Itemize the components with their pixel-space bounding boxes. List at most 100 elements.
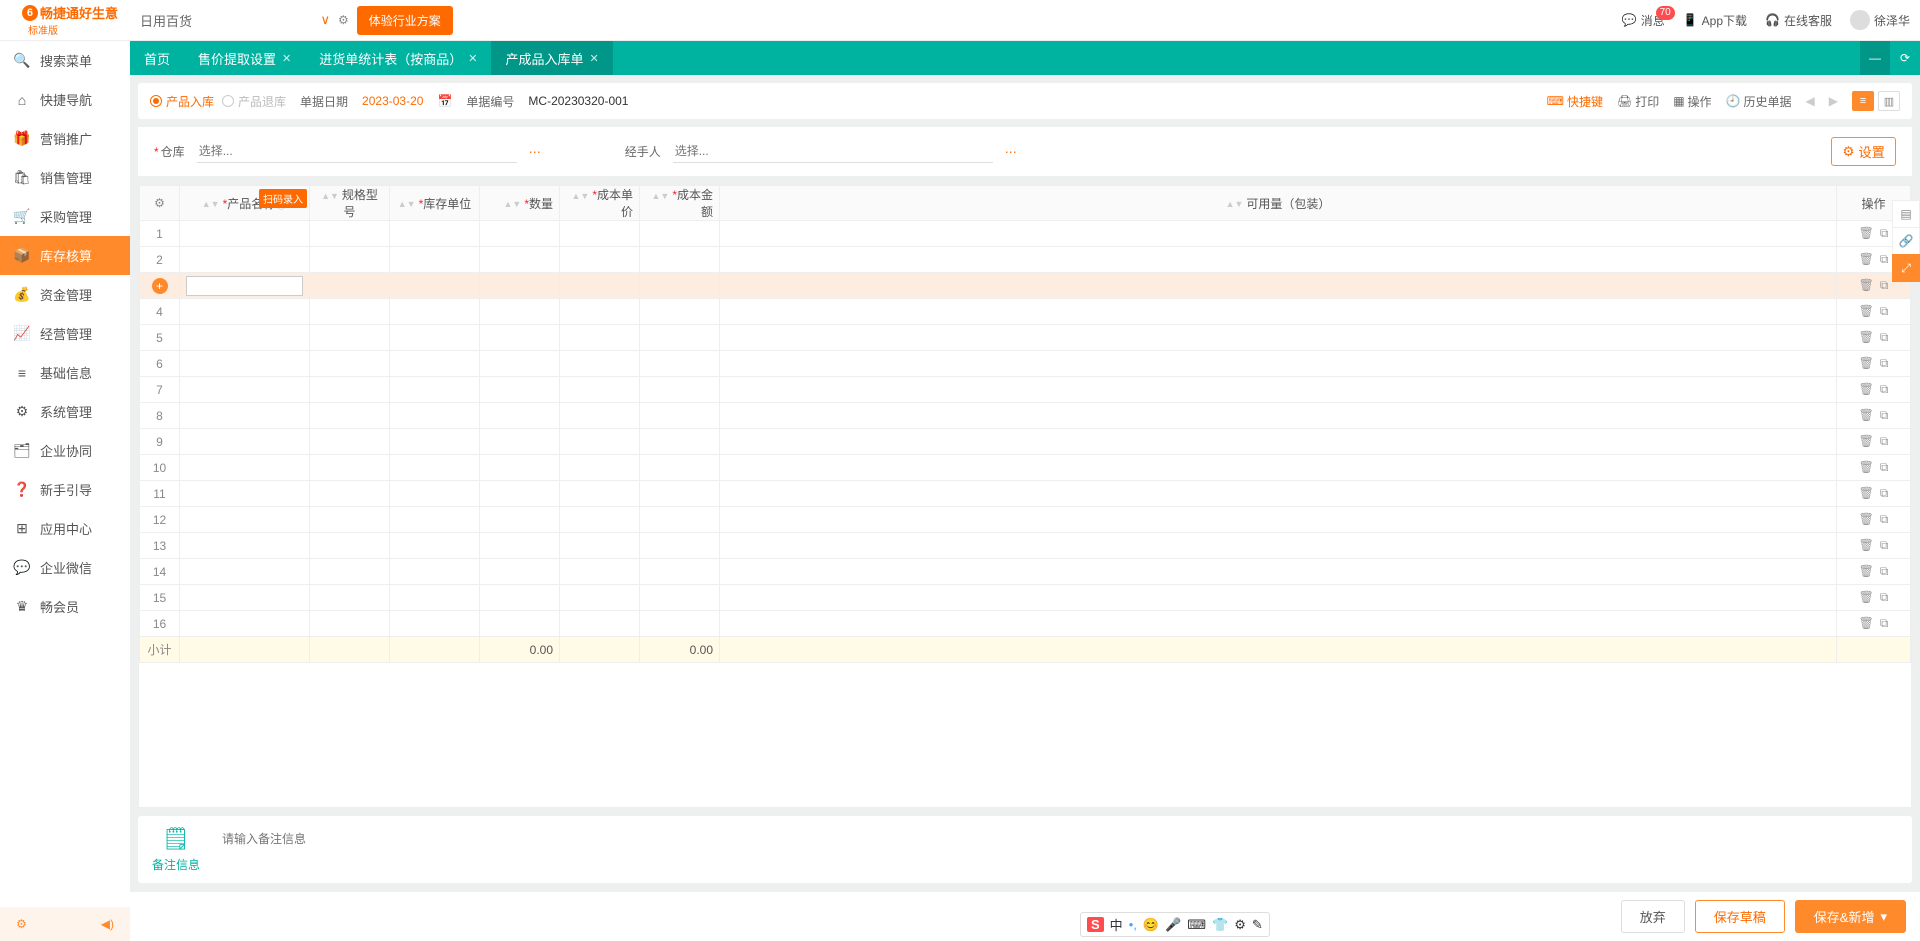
copy-row-icon[interactable]: ⧉ bbox=[1880, 616, 1889, 630]
cell-qty[interactable] bbox=[480, 585, 560, 611]
cell-amount[interactable] bbox=[640, 403, 720, 429]
th-product-name[interactable]: ▲▼*产品名称ⓘ 扫码录入 bbox=[180, 186, 310, 221]
copy-row-icon[interactable]: ⧉ bbox=[1880, 434, 1889, 448]
try-industry-button[interactable]: 体验行业方案 bbox=[357, 6, 453, 35]
sidebar-item-12[interactable]: ⊞应用中心 bbox=[0, 509, 130, 548]
cell-product-name[interactable] bbox=[180, 273, 310, 299]
cell-amount[interactable] bbox=[640, 507, 720, 533]
copy-row-icon[interactable]: ⧉ bbox=[1880, 512, 1889, 526]
save-new-button[interactable]: 保存&新增 ▾ bbox=[1795, 900, 1906, 933]
sidebar-item-3[interactable]: 🛍销售管理 bbox=[0, 158, 130, 197]
tabs-refresh-button[interactable]: ⟳ bbox=[1890, 41, 1920, 75]
cell-avail[interactable] bbox=[720, 507, 1837, 533]
app-download-link[interactable]: 📱 App下载 bbox=[1683, 12, 1747, 29]
th-config[interactable]: ⚙ bbox=[140, 186, 180, 221]
cell-avail[interactable] bbox=[720, 247, 1837, 273]
cell-avail[interactable] bbox=[720, 403, 1837, 429]
sidebar-item-9[interactable]: ⚙系统管理 bbox=[0, 392, 130, 431]
cell-product-name[interactable] bbox=[180, 533, 310, 559]
cell-amount[interactable] bbox=[640, 533, 720, 559]
cell-avail[interactable] bbox=[720, 325, 1837, 351]
th-spec[interactable]: ▲▼规格型号 bbox=[310, 186, 390, 221]
cell-avail[interactable] bbox=[720, 481, 1837, 507]
cell-qty[interactable] bbox=[480, 533, 560, 559]
sidebar-item-13[interactable]: 💬企业微信 bbox=[0, 548, 130, 587]
cell-price[interactable] bbox=[560, 455, 640, 481]
settings-button[interactable]: ⚙设置 bbox=[1831, 137, 1896, 166]
radio-product-in[interactable]: 产品入库 bbox=[150, 93, 214, 110]
cell-qty[interactable] bbox=[480, 325, 560, 351]
cell-unit[interactable] bbox=[390, 377, 480, 403]
delete-row-icon[interactable]: 🗑 bbox=[1859, 434, 1874, 448]
delete-row-icon[interactable]: 🗑 bbox=[1859, 226, 1874, 240]
cell-qty[interactable] bbox=[480, 377, 560, 403]
cell-spec[interactable] bbox=[310, 533, 390, 559]
cell-spec[interactable] bbox=[310, 221, 390, 247]
messages-link[interactable]: 💬 消息 70 bbox=[1622, 12, 1665, 29]
save-draft-button[interactable]: 保存草稿 bbox=[1695, 900, 1785, 933]
cell-unit[interactable] bbox=[390, 611, 480, 637]
cell-qty[interactable] bbox=[480, 273, 560, 299]
discard-button[interactable]: 放弃 bbox=[1621, 900, 1685, 933]
cell-qty[interactable] bbox=[480, 455, 560, 481]
table-row[interactable]: 1🗑⧉ bbox=[140, 221, 1911, 247]
copy-row-icon[interactable]: ⧉ bbox=[1880, 408, 1889, 422]
cell-product-name[interactable] bbox=[180, 559, 310, 585]
cell-product-name[interactable] bbox=[180, 481, 310, 507]
cell-qty[interactable] bbox=[480, 403, 560, 429]
th-avail[interactable]: ▲▼可用量（包装） bbox=[720, 186, 1837, 221]
cell-amount[interactable] bbox=[640, 559, 720, 585]
delete-row-icon[interactable]: 🗑 bbox=[1859, 616, 1874, 630]
sidebar-item-10[interactable]: 🗂企业协同 bbox=[0, 431, 130, 470]
cell-unit[interactable] bbox=[390, 351, 480, 377]
table-row[interactable]: 2🗑⧉ bbox=[140, 247, 1911, 273]
cell-price[interactable] bbox=[560, 403, 640, 429]
cell-unit[interactable] bbox=[390, 533, 480, 559]
cell-avail[interactable] bbox=[720, 299, 1837, 325]
view-card-button[interactable]: ▥ bbox=[1878, 91, 1900, 111]
cell-price[interactable] bbox=[560, 481, 640, 507]
radio-product-out[interactable]: 产品退库 bbox=[222, 93, 286, 110]
cell-unit[interactable] bbox=[390, 325, 480, 351]
delete-row-icon[interactable]: 🗑 bbox=[1859, 278, 1874, 292]
sidebar-item-6[interactable]: 💰资金管理 bbox=[0, 275, 130, 314]
cell-qty[interactable] bbox=[480, 221, 560, 247]
cell-price[interactable] bbox=[560, 559, 640, 585]
sidebar-item-1[interactable]: ⌂快捷导航 bbox=[0, 80, 130, 119]
cell-qty[interactable] bbox=[480, 559, 560, 585]
sidebar-item-8[interactable]: ≡基础信息 bbox=[0, 353, 130, 392]
close-icon[interactable]: ✕ bbox=[590, 52, 599, 65]
table-row[interactable]: 11🗑⧉ bbox=[140, 481, 1911, 507]
tab-0[interactable]: 首页 bbox=[130, 41, 184, 75]
cell-spec[interactable] bbox=[310, 247, 390, 273]
cell-avail[interactable] bbox=[720, 611, 1837, 637]
cell-spec[interactable] bbox=[310, 351, 390, 377]
cell-product-name[interactable] bbox=[180, 221, 310, 247]
sidebar-settings-icon[interactable]: ⚙ bbox=[16, 917, 27, 931]
cell-amount[interactable] bbox=[640, 299, 720, 325]
delete-row-icon[interactable]: 🗑 bbox=[1859, 252, 1874, 266]
cell-price[interactable] bbox=[560, 507, 640, 533]
product-name-input[interactable] bbox=[186, 276, 303, 296]
warehouse-more-icon[interactable]: ⋯ bbox=[529, 145, 541, 159]
cell-avail[interactable] bbox=[720, 559, 1837, 585]
rtool-item-3[interactable]: ⤢ bbox=[1892, 254, 1920, 282]
sidebar-item-0[interactable]: 🔍搜索菜单 bbox=[0, 41, 130, 80]
copy-row-icon[interactable]: ⧉ bbox=[1880, 278, 1889, 292]
cell-unit[interactable] bbox=[390, 429, 480, 455]
ime-bar[interactable]: S 中 •, 😊🎤⌨👕⚙✎ bbox=[1080, 912, 1270, 937]
cell-spec[interactable] bbox=[310, 325, 390, 351]
copy-row-icon[interactable]: ⧉ bbox=[1880, 252, 1889, 266]
sidebar-item-14[interactable]: ♛畅会员 bbox=[0, 587, 130, 626]
copy-row-icon[interactable]: ⧉ bbox=[1880, 304, 1889, 318]
cell-price[interactable] bbox=[560, 273, 640, 299]
cell-spec[interactable] bbox=[310, 273, 390, 299]
table-row[interactable]: 4🗑⧉ bbox=[140, 299, 1911, 325]
cell-price[interactable] bbox=[560, 247, 640, 273]
tabs-minimize-button[interactable]: — bbox=[1860, 41, 1890, 75]
copy-row-icon[interactable]: ⧉ bbox=[1880, 382, 1889, 396]
table-row[interactable]: 14🗑⧉ bbox=[140, 559, 1911, 585]
cell-qty[interactable] bbox=[480, 247, 560, 273]
table-row[interactable]: 16🗑⧉ bbox=[140, 611, 1911, 637]
cell-product-name[interactable] bbox=[180, 429, 310, 455]
